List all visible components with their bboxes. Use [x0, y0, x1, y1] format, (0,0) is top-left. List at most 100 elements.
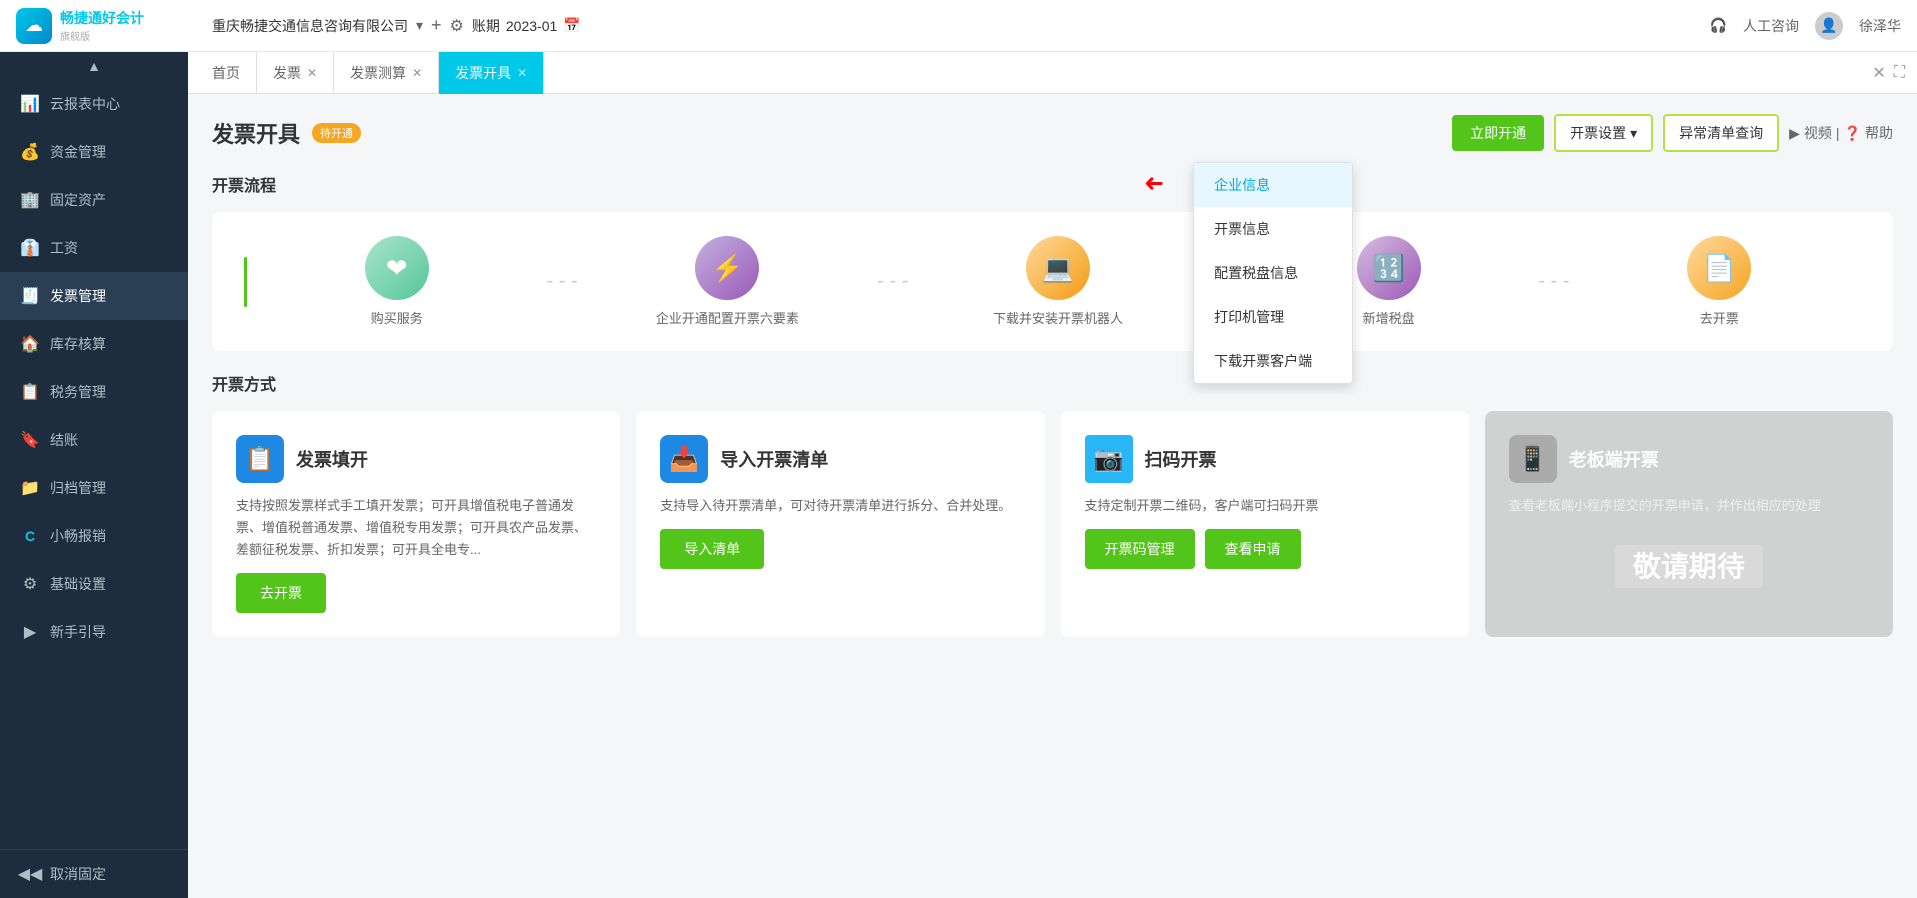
- tab-close-all[interactable]: ✕: [1872, 63, 1885, 83]
- status-badge: 待开通: [312, 123, 361, 143]
- content-area: 首页 发票 ✕ 发票测算 ✕ 发票开具 ✕ ✕ ⛶: [188, 52, 1917, 898]
- flow-icon-1: ❤: [365, 236, 429, 300]
- tab-invoice-issue-close[interactable]: ✕: [517, 66, 527, 80]
- activate-button[interactable]: 立即开通: [1452, 115, 1544, 151]
- method-fill-desc: 支持按照发票样式手工填开发票；可开具增值税电子普通发票、增值税普通发票、增值税专…: [236, 495, 596, 561]
- dropdown-item-tax-config[interactable]: 配置税盘信息: [1194, 251, 1352, 295]
- logo-icon: ☁: [16, 8, 52, 44]
- period-value: 2023-01: [506, 18, 557, 34]
- sidebar-item-label: 固定资产: [50, 190, 106, 210]
- flow-label-2: 企业开通配置开票六要素: [656, 308, 799, 327]
- tab-invoice-calc[interactable]: 发票测算 ✕: [334, 52, 439, 94]
- settings-dropdown-icon: ▾: [1630, 125, 1637, 142]
- sidebar-item-payroll[interactable]: 👔 工资: [0, 224, 188, 272]
- tab-invoice-calc-close[interactable]: ✕: [412, 66, 422, 80]
- report-icon: C: [20, 526, 40, 546]
- top-right-area: 🎧 人工咨询 👤 徐泽华: [1710, 12, 1901, 40]
- sidebar-scroll-up[interactable]: ▲: [0, 52, 188, 80]
- tab-invoice-close[interactable]: ✕: [307, 66, 317, 80]
- flow-title: 开票流程: [212, 172, 1893, 196]
- flow-section: 开票流程 ❤ 购买服务 - - -: [212, 172, 1893, 351]
- payroll-icon: 👔: [20, 238, 40, 258]
- method-import-icon: 📥: [660, 435, 708, 483]
- video-help-button[interactable]: ▶ 视频 | ❓ 帮助: [1789, 123, 1893, 143]
- tab-home[interactable]: 首页: [196, 52, 257, 94]
- flow-arrow-1: - - -: [547, 270, 578, 293]
- sidebar-item-label: 发票管理: [50, 286, 106, 306]
- sidebar-item-archive[interactable]: 📁 归档管理: [0, 464, 188, 512]
- video-label: 视频: [1804, 123, 1832, 143]
- method-import-name: 导入开票清单: [720, 446, 828, 472]
- sidebar-item-label: 归档管理: [50, 478, 106, 498]
- logo-area: ☁ 畅捷通好会计 旗舰版: [16, 8, 204, 44]
- support-label[interactable]: 人工咨询: [1743, 16, 1799, 36]
- tax-icon: 📋: [20, 382, 40, 402]
- page-content: 发票开具 待开通 立即开通 开票设置 ▾ 企业信息: [188, 94, 1917, 898]
- method-fill-name: 发票填开: [296, 446, 368, 472]
- flow-icon-3: 💻: [1026, 236, 1090, 300]
- settings-button[interactable]: 开票设置 ▾: [1554, 114, 1653, 152]
- sidebar-item-label: 工资: [50, 238, 78, 258]
- top-company-area: 重庆畅捷交通信息咨询有限公司 ▾ + ⚙ 账期 2023-01 📅: [204, 15, 1710, 36]
- sidebar-item-settings[interactable]: ⚙ 基础设置: [0, 560, 188, 608]
- sidebar-item-assets[interactable]: 🏢 固定资产: [0, 176, 188, 224]
- flow-label-1: 购买服务: [371, 308, 423, 327]
- add-tab-button[interactable]: +: [431, 15, 442, 36]
- sidebar-bottom-label: 取消固定: [50, 864, 106, 884]
- method-import-button[interactable]: 导入清单: [660, 529, 764, 569]
- logo-sub: 旗舰版: [60, 28, 144, 43]
- method-fill-button[interactable]: 去开票: [236, 573, 326, 613]
- flow-step1-divider: [236, 257, 247, 307]
- tab-invoice[interactable]: 发票 ✕: [257, 52, 334, 94]
- calendar-icon[interactable]: 📅: [563, 17, 580, 34]
- abnormal-button[interactable]: 异常清单查询: [1663, 114, 1779, 152]
- dropdown-tax-config-label: 配置税盘信息: [1214, 265, 1298, 281]
- flow-arrow-2: - - -: [877, 270, 908, 293]
- dropdown-item-printer[interactable]: 打印机管理: [1194, 295, 1352, 339]
- company-dropdown-icon[interactable]: ▾: [416, 17, 423, 34]
- method-boss-header: 📱 老板端开票: [1509, 435, 1869, 483]
- header-actions: 立即开通 开票设置 ▾ 企业信息: [1452, 114, 1893, 152]
- method-scan-button1[interactable]: 开票码管理: [1085, 529, 1195, 569]
- sidebar-item-tax[interactable]: 📋 税务管理: [0, 368, 188, 416]
- tab-invoice-issue[interactable]: 发票开具 ✕: [439, 52, 544, 94]
- reports-icon: 📊: [20, 94, 40, 114]
- tab-actions: ✕ ⛶: [1872, 63, 1917, 83]
- play-icon: ▶: [1789, 125, 1800, 142]
- flow-label-3: 下载并安装开票机器人: [993, 308, 1123, 327]
- method-scan-button2[interactable]: 查看申请: [1205, 529, 1301, 569]
- sidebar-item-guide[interactable]: ▶ 新手引导: [0, 608, 188, 656]
- global-settings-icon[interactable]: ⚙: [450, 16, 464, 36]
- method-card-scan: 📷 扫码开票 支持定制开票二维码，客户端可扫码开票 开票码管理 查看申请: [1061, 411, 1469, 637]
- sidebar-unpin-button[interactable]: ◀◀ 取消固定: [0, 850, 188, 898]
- methods-container: 📋 发票填开 支持按照发票样式手工填开发票；可开具增值税电子普通发票、增值税普通…: [212, 411, 1893, 637]
- page-header: 发票开具 待开通 立即开通 开票设置 ▾ 企业信息: [212, 114, 1893, 152]
- boss-pending-label: 敬请期待: [1615, 545, 1763, 588]
- flow-step-5: 📄 去开票: [1570, 236, 1870, 327]
- method-scan-name: 扫码开票: [1145, 446, 1217, 472]
- sidebar: ▲ 📊 云报表中心 💰 资金管理 🏢 固定资产 👔 工资: [0, 52, 188, 898]
- dropdown-company-info-label: 企业信息: [1214, 177, 1270, 193]
- method-fill-header: 📋 发票填开: [236, 435, 596, 483]
- method-fill-icon: 📋: [236, 435, 284, 483]
- sidebar-item-invoice[interactable]: 🧾 发票管理: [0, 272, 188, 320]
- sidebar-item-inventory[interactable]: 🏠 库存核算: [0, 320, 188, 368]
- sidebar-item-reports[interactable]: 📊 云报表中心: [0, 80, 188, 128]
- flow-icon-4: 🔢: [1357, 236, 1421, 300]
- sidebar-item-report[interactable]: C 小畅报销: [0, 512, 188, 560]
- dropdown-item-download-client[interactable]: 下载开票客户端: [1194, 339, 1352, 383]
- method-boss-name: 老板端开票: [1569, 446, 1659, 472]
- sidebar-item-finance[interactable]: 💰 资金管理: [0, 128, 188, 176]
- sidebar-item-accounting[interactable]: 🔖 结账: [0, 416, 188, 464]
- sidebar-nav: 📊 云报表中心 💰 资金管理 🏢 固定资产 👔 工资 🧾 发票管理: [0, 80, 188, 849]
- flow-icon-5: 📄: [1687, 236, 1751, 300]
- flow-icon-2: ⚡: [695, 236, 759, 300]
- tab-home-label: 首页: [212, 63, 240, 83]
- flow-step-2: ⚡ 企业开通配置开票六要素: [578, 236, 878, 327]
- dropdown-item-invoice-info[interactable]: 开票信息: [1194, 207, 1352, 251]
- dropdown-item-company-info[interactable]: 企业信息: [1194, 163, 1352, 207]
- tab-expand[interactable]: ⛶: [1894, 64, 1905, 82]
- user-label[interactable]: 徐泽华: [1859, 16, 1901, 36]
- sidebar-item-label: 基础设置: [50, 574, 106, 594]
- separator: |: [1836, 125, 1840, 141]
